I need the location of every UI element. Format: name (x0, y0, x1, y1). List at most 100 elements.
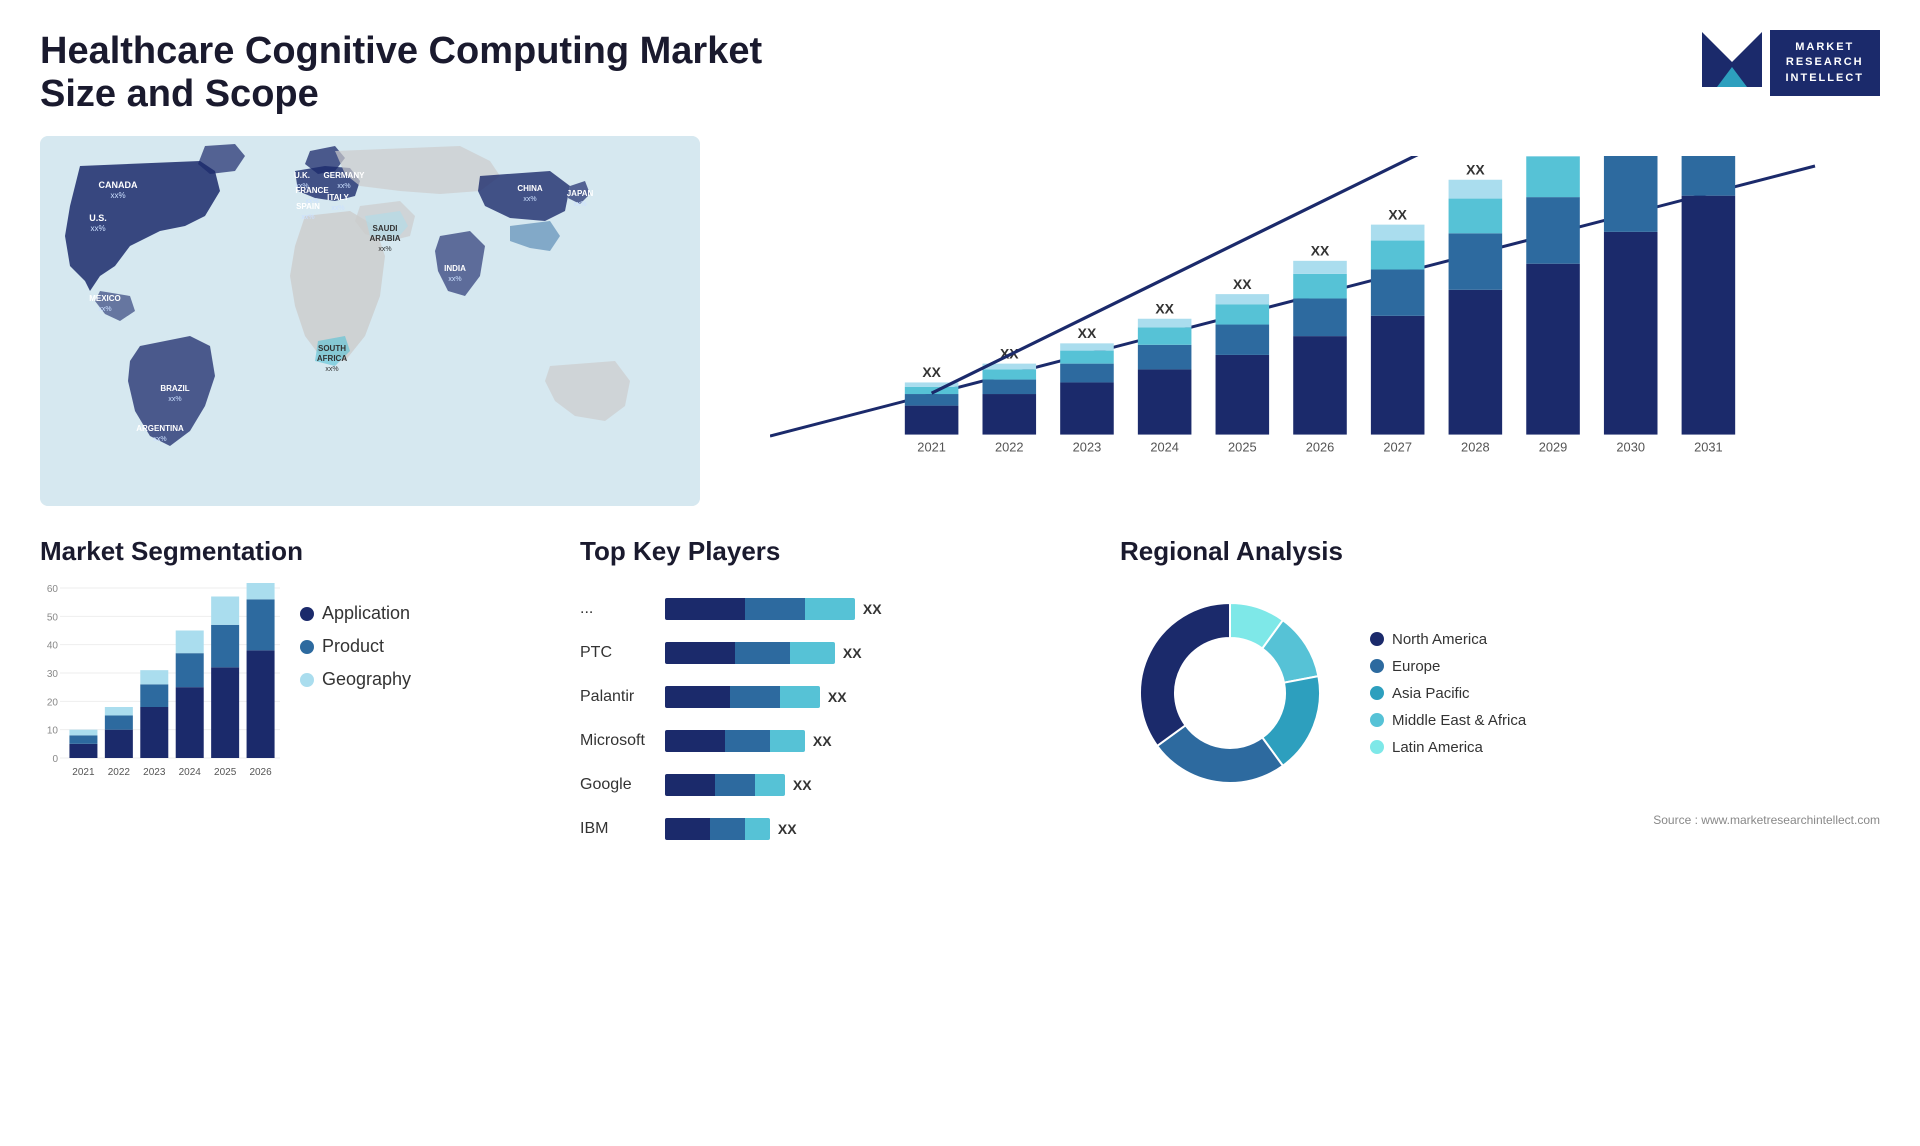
player-bar-track (665, 686, 820, 708)
svg-text:xx%: xx% (301, 214, 314, 221)
svg-text:FRANCE: FRANCE (295, 186, 329, 195)
bar-chart-svg: XX2021XX2022XX2023XX2024XX2025XX2026XX20… (770, 156, 1870, 456)
player-bar-row: XX (665, 769, 882, 801)
regional-legend-dot (1370, 659, 1384, 673)
svg-text:xx%: xx% (98, 306, 111, 313)
legend-label-geography: Geography (322, 669, 411, 690)
player-bar-segment (665, 774, 715, 796)
svg-text:BRAZIL: BRAZIL (160, 384, 189, 393)
map-section: CANADA xx% U.S. xx% MEXICO xx% BRAZIL xx… (40, 136, 700, 506)
svg-text:XX: XX (1311, 242, 1330, 258)
map-svg: CANADA xx% U.S. xx% MEXICO xx% BRAZIL xx… (40, 136, 700, 506)
player-bar-value: XX (778, 821, 797, 837)
svg-text:U.K.: U.K. (294, 171, 310, 180)
svg-text:XX: XX (1388, 206, 1407, 222)
players-list: ...PTCPalantirMicrosoftGoogleIBM XXXXXXX… (580, 583, 1080, 845)
player-bar-segment (780, 686, 820, 708)
svg-text:2021: 2021 (917, 440, 946, 455)
svg-text:MEXICO: MEXICO (89, 294, 121, 303)
growth-chart-section: XX2021XX2022XX2023XX2024XX2025XX2026XX20… (740, 136, 1880, 506)
svg-text:2021: 2021 (72, 767, 95, 778)
svg-text:2025: 2025 (214, 767, 237, 778)
player-name-label: PTC (580, 637, 645, 669)
svg-text:xx%: xx% (325, 366, 338, 373)
svg-text:JAPAN: JAPAN (567, 189, 594, 198)
top-section: CANADA xx% U.S. xx% MEXICO xx% BRAZIL xx… (40, 136, 1880, 506)
player-bar-value: XX (828, 689, 847, 705)
svg-text:xx%: xx% (153, 436, 166, 443)
player-bar-track (665, 730, 805, 752)
svg-text:xx%: xx% (90, 224, 105, 233)
svg-text:2024: 2024 (179, 767, 202, 778)
svg-text:2022: 2022 (108, 767, 131, 778)
legend-dot-product (300, 640, 314, 654)
legend-item-product: Product (300, 636, 411, 657)
player-bar-segment (665, 730, 725, 752)
source-text: Source : www.marketresearchintellect.com (1120, 813, 1880, 827)
svg-text:0: 0 (52, 754, 58, 765)
player-bar-track (665, 774, 785, 796)
svg-text:CHINA: CHINA (517, 184, 543, 193)
svg-text:XX: XX (1466, 161, 1485, 177)
player-bars-list: XXXXXXXXXXXX (665, 583, 882, 845)
player-bar-row: XX (665, 813, 882, 845)
svg-text:xx%: xx% (448, 276, 461, 283)
player-names-list: ...PTCPalantirMicrosoftGoogleIBM (580, 583, 645, 845)
svg-text:50: 50 (47, 612, 59, 623)
legend-dot-geography (300, 673, 314, 687)
svg-text:2024: 2024 (1150, 440, 1179, 455)
regional-legend-item: Middle East & Africa (1370, 712, 1526, 729)
legend-item-geography: Geography (300, 669, 411, 690)
player-bar-segment (770, 730, 805, 752)
svg-text:ITALY: ITALY (327, 193, 349, 202)
donut-svg (1120, 583, 1340, 803)
regional-legend-label: Europe (1392, 658, 1440, 675)
player-bar-segment (715, 774, 755, 796)
player-bar-segment (665, 818, 710, 840)
player-name-label: ... (580, 593, 645, 625)
svg-text:xx%: xx% (378, 246, 391, 253)
svg-text:CANADA: CANADA (99, 180, 138, 190)
svg-text:2023: 2023 (1073, 440, 1102, 455)
svg-text:XX: XX (1078, 325, 1097, 341)
regional-legend: North America Europe Asia Pacific Middle Ea… (1370, 631, 1526, 756)
regional-title: Regional Analysis (1120, 536, 1880, 567)
player-bar-segment (665, 642, 735, 664)
regional-legend-dot (1370, 740, 1384, 754)
regional-legend-item: Asia Pacific (1370, 685, 1526, 702)
player-bar-track (665, 642, 835, 664)
page-header: Healthcare Cognitive Computing Market Si… (40, 30, 1880, 116)
player-bar-value: XX (813, 733, 832, 749)
player-bar-segment (725, 730, 770, 752)
svg-text:XX: XX (1155, 300, 1174, 316)
svg-text:SAUDI: SAUDI (373, 224, 398, 233)
player-bar-segment (730, 686, 780, 708)
segmentation-legend: Application Product Geography (300, 583, 411, 690)
regional-legend-label: Asia Pacific (1392, 685, 1470, 702)
player-bar-segment (755, 774, 785, 796)
player-bar-segment (665, 598, 745, 620)
donut-chart (1120, 583, 1340, 803)
regional-legend-dot (1370, 632, 1384, 646)
player-name-label: IBM (580, 813, 645, 845)
svg-text:SPAIN: SPAIN (296, 202, 320, 211)
svg-text:2025: 2025 (1228, 440, 1257, 455)
svg-text:xx%: xx% (110, 191, 125, 200)
svg-text:2028: 2028 (1461, 440, 1490, 455)
player-bar-segment (805, 598, 855, 620)
logo-area: MARKET RESEARCH INTELLECT (1702, 30, 1881, 96)
player-bar-row: XX (665, 593, 882, 625)
player-name-label: Palantir (580, 681, 645, 713)
svg-text:xx%: xx% (573, 201, 586, 208)
regional-legend-label: North America (1392, 631, 1487, 648)
svg-text:xx%: xx% (523, 196, 536, 203)
player-bar-track (665, 818, 770, 840)
svg-text:2026: 2026 (1306, 440, 1335, 455)
svg-text:2027: 2027 (1383, 440, 1412, 455)
page-title: Healthcare Cognitive Computing Market Si… (40, 30, 840, 116)
player-bar-row: XX (665, 725, 882, 757)
svg-text:2023: 2023 (143, 767, 166, 778)
world-map: CANADA xx% U.S. xx% MEXICO xx% BRAZIL xx… (40, 136, 700, 506)
bottom-section: Market Segmentation 01020304050602021202… (40, 536, 1880, 845)
player-bar-segment (745, 818, 770, 840)
